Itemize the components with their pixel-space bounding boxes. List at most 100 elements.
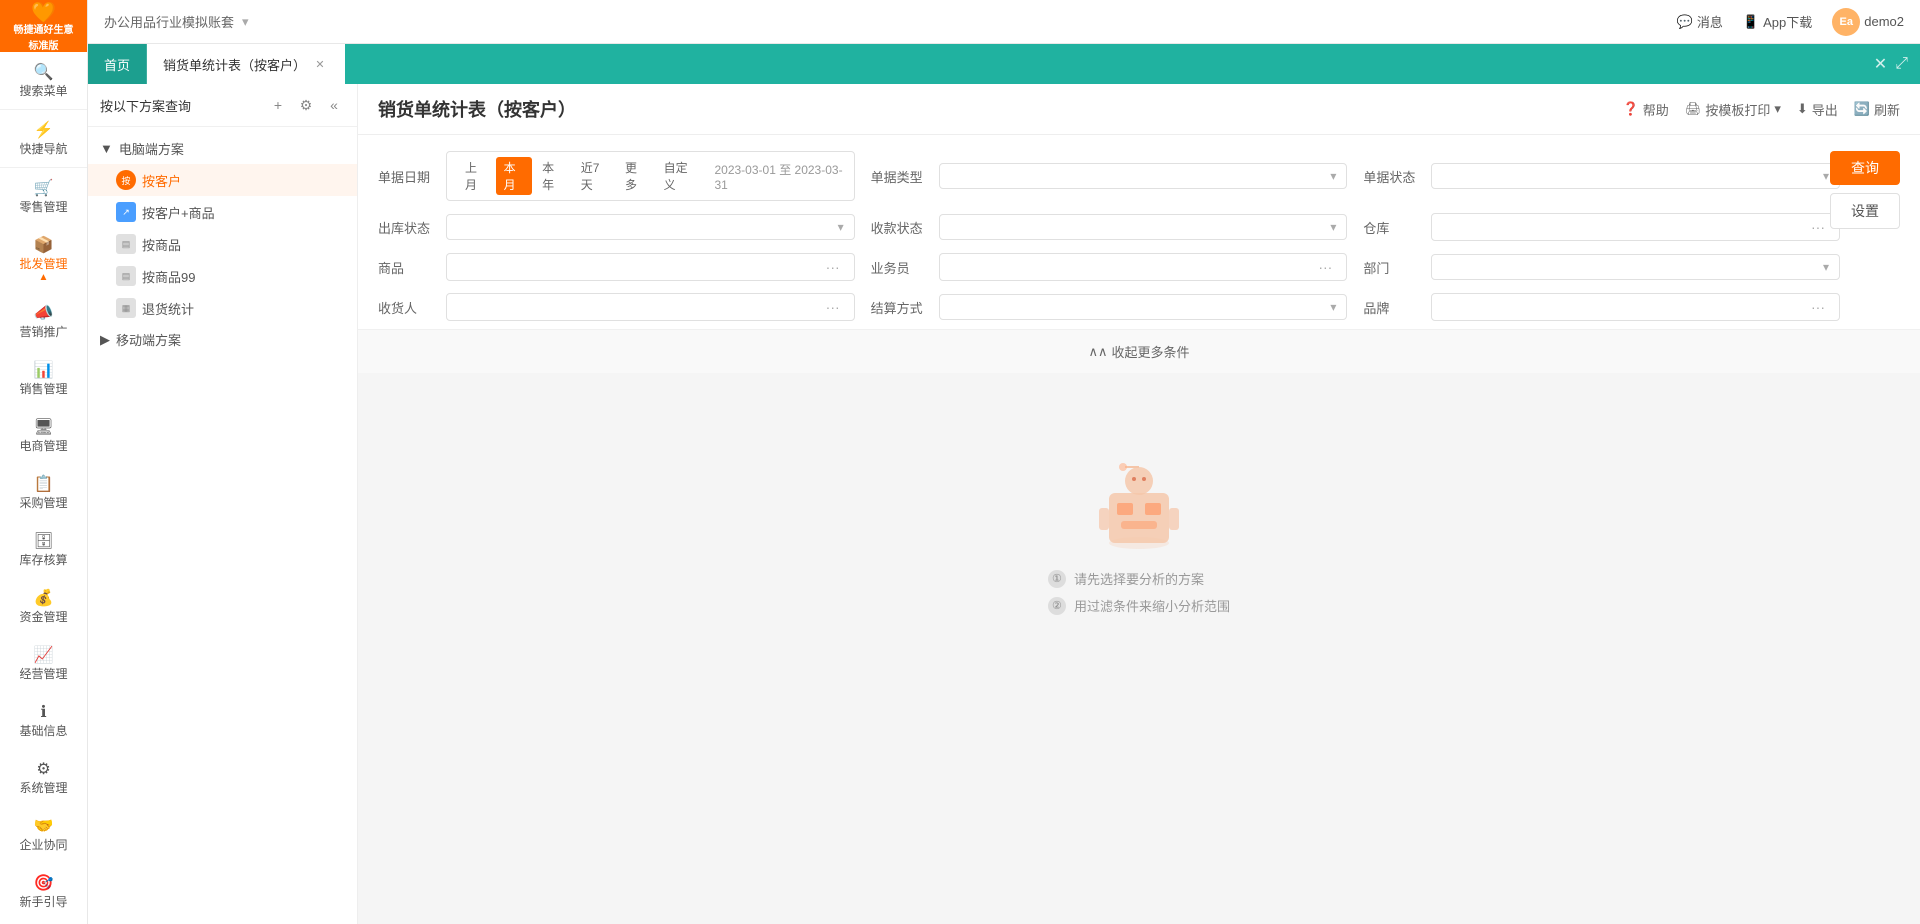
sidebar-item-wholesale[interactable]: 📦 批发管理 ▲ — [0, 225, 88, 293]
date-label: 单据日期 — [378, 167, 438, 186]
sidebar-item-ecommerce[interactable]: 🖥 电商管理 — [0, 407, 88, 464]
refresh-button[interactable]: 🔄 刷新 — [1854, 100, 1900, 119]
sidebar-item-finance[interactable]: 💰 资金管理 — [0, 578, 88, 635]
query-button[interactable]: 查询 — [1830, 151, 1900, 185]
message-label: 消息 — [1697, 12, 1723, 31]
export-label: 导出 — [1812, 100, 1838, 119]
tab-sales-stats[interactable]: 销货单统计表（按客户） ✕ — [147, 44, 345, 84]
empty-illustration — [1079, 453, 1199, 553]
sidebar-item-business[interactable]: 📈 经营管理 — [0, 635, 88, 692]
collapse-icon: « — [330, 97, 338, 113]
tree-group-desktop-header[interactable]: ▼ 电脑端方案 — [88, 133, 357, 164]
payment-status-label: 收款状态 — [871, 218, 931, 237]
tip-num-1: ① — [1048, 570, 1066, 588]
page-header-actions: ❓ 帮助 🖨 按模板打印 ▾ ⬇ 导出 🔄 刷新 — [1623, 100, 1900, 131]
sidebar-label-quicknav: 快捷导航 — [19, 140, 67, 157]
tab-close-button[interactable]: ✕ — [312, 56, 328, 72]
avatar: Ea — [1832, 8, 1860, 36]
logo-text: 畅捷通好生意 — [14, 25, 74, 37]
settings-button[interactable]: 设置 — [1830, 193, 1900, 229]
filter-row-1: 单据日期 上月 本月 本年 近7天 更多 自定义 20 — [378, 151, 1840, 201]
sidebar-item-basicinfo[interactable]: ℹ 基础信息 — [0, 692, 88, 749]
filter-out-status: 出库状态 ▾ — [378, 214, 855, 240]
ecommerce-icon: 🖥 — [33, 417, 53, 437]
sidebar-item-sales[interactable]: 📊 销售管理 — [0, 350, 88, 407]
date-tab-custom[interactable]: 自定义 — [656, 157, 703, 195]
empty-tip-1-text: 请先选择要分析的方案 — [1074, 569, 1204, 588]
print-button[interactable]: 🖨 按模板打印 ▾ — [1685, 100, 1781, 119]
tab-home[interactable]: 首页 — [88, 44, 147, 84]
sidebar-item-inventory[interactable]: 🗄 库存核算 — [0, 521, 88, 578]
collapse-panel-button[interactable]: « — [323, 94, 345, 116]
out-status-select[interactable]: ▾ — [446, 214, 855, 240]
product-select[interactable]: ··· — [446, 253, 855, 281]
settings-scheme-button[interactable]: ⚙ — [295, 94, 317, 116]
receiver-ellipsis[interactable]: ··· — [822, 299, 844, 315]
filter-section: 查询 设置 单据日期 上月 本月 本年 — [358, 135, 1920, 373]
right-content: 销货单统计表（按客户） ❓ 帮助 🖨 按模板打印 ▾ ⬇ 导出 — [358, 84, 1920, 924]
date-tab-more[interactable]: 更多 — [617, 157, 654, 195]
content-wrapper: 按以下方案查询 + ⚙ « ▼ 电脑端方案 — [88, 84, 1920, 924]
sidebar-item-search[interactable]: 🔍 搜索菜单 — [0, 52, 88, 110]
topbar-left: 办公用品行业模拟账套 ▾ — [104, 12, 249, 31]
tree-group-mobile-header[interactable]: ▶ 移动端方案 — [88, 324, 357, 355]
user-menu[interactable]: Ea demo2 — [1832, 8, 1904, 36]
date-tab-last7days[interactable]: 近7天 — [573, 157, 615, 195]
settlement-select[interactable]: ▾ — [939, 294, 1348, 320]
add-scheme-button[interactable]: + — [267, 94, 289, 116]
sidebar-item-quicknav[interactable]: ⚡ 快捷导航 — [0, 110, 88, 168]
department-select[interactable]: ▾ — [1431, 254, 1840, 280]
tree-item-returns[interactable]: ▦ 退货统计 — [88, 292, 357, 324]
tip-num-2: ② — [1048, 597, 1066, 615]
product-ellipsis[interactable]: ··· — [822, 259, 844, 275]
tree-item-by-customer[interactable]: 按 按客户 — [88, 164, 357, 196]
date-tab-thisyear[interactable]: 本年 — [534, 157, 571, 195]
sidebar-item-retail[interactable]: 🛒 零售管理 — [0, 168, 88, 225]
tabbar-actions: ✕ ⤢ — [1874, 54, 1920, 74]
app-download-button[interactable]: 📱 App下载 — [1743, 12, 1812, 31]
brand-ellipsis[interactable]: ··· — [1807, 299, 1829, 315]
tab-expand-button[interactable]: ⤢ — [1895, 55, 1908, 73]
doc-status-select[interactable]: ▾ — [1431, 163, 1840, 189]
sidebar-label-basicinfo: 基础信息 — [19, 722, 67, 739]
sidebar-label-purchase: 采购管理 — [19, 494, 67, 511]
system-icon: ⚙ — [36, 759, 50, 779]
filter-date: 单据日期 上月 本月 本年 近7天 更多 自定义 20 — [378, 151, 855, 201]
payment-status-select[interactable]: ▾ — [939, 214, 1348, 240]
date-tab-thismonth[interactable]: 本月 — [496, 157, 533, 195]
doc-type-select[interactable]: ▾ — [939, 163, 1348, 189]
industry-dropdown-icon[interactable]: ▾ — [242, 14, 249, 30]
receiver-select[interactable]: ··· — [446, 293, 855, 321]
salesperson-select[interactable]: ··· — [939, 253, 1348, 281]
brand-select[interactable]: ··· — [1431, 293, 1840, 321]
export-button[interactable]: ⬇ 导出 — [1797, 100, 1838, 119]
warehouse-select[interactable]: ··· — [1431, 213, 1840, 241]
collapse-label: 收起更多条件 — [1112, 342, 1190, 361]
collapse-row: ∧∧ 收起更多条件 — [358, 329, 1920, 373]
sidebar-item-system[interactable]: ⚙ 系统管理 — [0, 749, 88, 806]
sidebar-item-appcenter[interactable]: 📱 应用中心 — [0, 920, 88, 924]
tab-close-all-button[interactable]: ✕ — [1874, 54, 1887, 74]
warehouse-label: 仓库 — [1363, 218, 1423, 237]
filter-row-4: 收货人 ··· 结算方式 ▾ — [378, 293, 1840, 321]
tree-group-mobile-label: 移动端方案 — [116, 330, 181, 349]
tree-item-product99[interactable]: ▤ 按商品99 — [88, 260, 357, 292]
date-control[interactable]: 上月 本月 本年 近7天 更多 自定义 2023-03-01 至 2023-03… — [446, 151, 855, 201]
message-button[interactable]: 💬 消息 — [1677, 12, 1723, 31]
retail-icon: 🛒 — [34, 178, 54, 198]
tree-item-by-product[interactable]: ▤ 按商品 — [88, 228, 357, 260]
doc-status-arrow: ▾ — [1823, 169, 1829, 183]
sidebar-item-marketing[interactable]: 📣 营销推广 — [0, 293, 88, 350]
sidebar-item-cooperation[interactable]: 🤝 企业协同 — [0, 806, 88, 863]
filter-receiver: 收货人 ··· — [378, 293, 855, 321]
warehouse-ellipsis[interactable]: ··· — [1807, 219, 1829, 235]
salesperson-ellipsis[interactable]: ··· — [1314, 259, 1336, 275]
sidebar-item-purchase[interactable]: 📋 采购管理 — [0, 464, 88, 521]
help-button[interactable]: ❓ 帮助 — [1623, 100, 1669, 119]
sidebar-item-newuser[interactable]: 🎯 新手引导 — [0, 863, 88, 920]
date-tab-lastmonth[interactable]: 上月 — [457, 157, 494, 195]
collapse-button[interactable]: ∧∧ 收起更多条件 — [1072, 338, 1205, 365]
tree-item-customer-product[interactable]: ↗ 按客户+商品 — [88, 196, 357, 228]
action-buttons: 查询 设置 — [1830, 151, 1900, 229]
product99-icon: ▤ — [116, 266, 136, 286]
